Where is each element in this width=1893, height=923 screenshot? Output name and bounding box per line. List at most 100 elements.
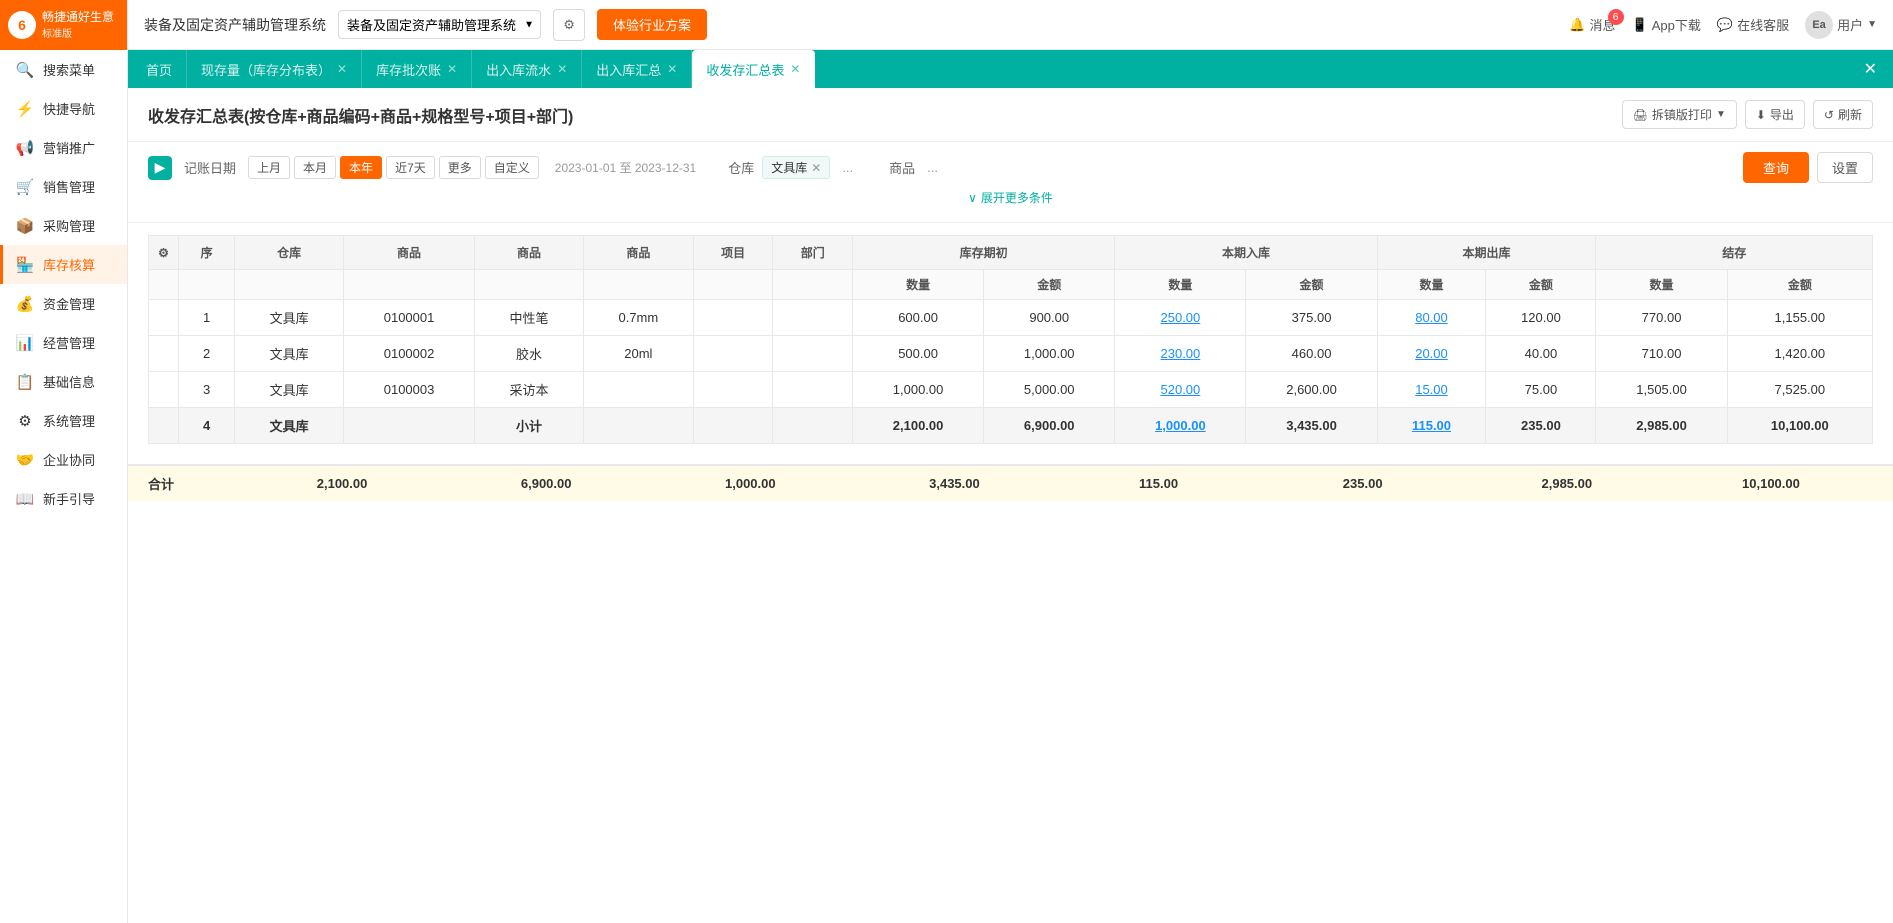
tab-close-icon[interactable]: ✕ xyxy=(790,62,800,76)
notifications-button[interactable]: 🔔 6 消息 xyxy=(1569,15,1615,34)
subtotal-in-amt: 3,435.00 xyxy=(1246,408,1377,444)
row-in-qty-link[interactable]: 250.00 xyxy=(1115,300,1246,336)
filter-toggle-button[interactable]: ▶ xyxy=(148,156,172,180)
date-btn-more[interactable]: 更多 xyxy=(439,156,481,179)
sidebar-nav: 🔍 搜索菜单 ⚡ 快捷导航 📢 营销推广 🛒 销售管理 📦 采购管理 🏪 库存核… xyxy=(0,50,127,923)
tab-batch[interactable]: 库存批次账 ✕ xyxy=(362,50,472,88)
tab-close-icon[interactable]: ✕ xyxy=(447,62,457,76)
tab-collection-summary[interactable]: 收发存汇总表 ✕ xyxy=(692,50,815,88)
basic-info-icon: 📋 xyxy=(15,373,35,391)
row-project xyxy=(693,300,773,336)
row-in-amt: 460.00 xyxy=(1246,336,1377,372)
date-btn-custom[interactable]: 自定义 xyxy=(485,156,539,179)
marketing-icon: 📢 xyxy=(15,139,35,157)
enterprise-icon: 🤝 xyxy=(15,451,35,469)
row-project xyxy=(693,372,773,408)
row-name: 中性笔 xyxy=(475,300,584,336)
row-in-qty-link[interactable]: 520.00 xyxy=(1115,372,1246,408)
goods-more-button[interactable]: ... xyxy=(923,160,942,175)
sidebar-item-system[interactable]: ⚙ 系统管理 xyxy=(0,401,127,440)
tab-close-icon[interactable]: ✕ xyxy=(667,62,677,76)
row-closing-amt: 1,155.00 xyxy=(1727,300,1872,336)
settings-button[interactable]: ⚙ xyxy=(553,9,585,41)
app-download-label: App下载 xyxy=(1652,15,1701,34)
sub-col-in-amt: 金额 xyxy=(1246,270,1377,300)
row-out-qty-link[interactable]: 80.00 xyxy=(1377,300,1486,336)
sidebar-item-label: 销售管理 xyxy=(43,177,95,196)
row-out-qty-link[interactable]: 20.00 xyxy=(1377,336,1486,372)
tab-stock-dist[interactable]: 现存量（库存分布表） ✕ xyxy=(187,50,362,88)
sidebar-item-search[interactable]: 🔍 搜索菜单 xyxy=(0,50,127,89)
row-no: 3 xyxy=(179,372,235,408)
row-code: 0100003 xyxy=(343,372,474,408)
sidebar-item-enterprise[interactable]: 🤝 企业协同 xyxy=(0,440,127,479)
tab-bar: 首页 现存量（库存分布表） ✕ 库存批次账 ✕ 出入库流水 ✕ 出入库汇总 ✕ … xyxy=(128,50,1893,88)
trial-button[interactable]: 体验行业方案 xyxy=(597,9,707,40)
sub-col-opening-qty: 数量 xyxy=(853,270,984,300)
col-project: 项目 xyxy=(693,236,773,270)
sub-col-closing-qty: 数量 xyxy=(1596,270,1727,300)
sub-col-in-qty: 数量 xyxy=(1115,270,1246,300)
bell-icon: 🔔 xyxy=(1569,17,1585,33)
row-in-qty-link[interactable]: 230.00 xyxy=(1115,336,1246,372)
subtotal-in-qty-link[interactable]: 1,000.00 xyxy=(1115,408,1246,444)
row-opening-qty: 500.00 xyxy=(853,336,984,372)
print-button[interactable]: 🖨 拆镇版打印 ▼ xyxy=(1622,100,1737,129)
refresh-icon: ↺ xyxy=(1824,108,1834,122)
row-out-amt: 75.00 xyxy=(1486,372,1596,408)
app-download-button[interactable]: 📱 App下载 xyxy=(1632,15,1701,34)
tab-bar-close-button[interactable]: ✕ xyxy=(1852,59,1889,79)
sidebar-item-sales[interactable]: 🛒 销售管理 xyxy=(0,167,127,206)
subtotal-closing-amt: 10,100.00 xyxy=(1727,408,1872,444)
warehouse-tag-close[interactable]: ✕ xyxy=(811,161,821,175)
query-button[interactable]: 查询 xyxy=(1743,152,1809,183)
sidebar-item-inventory[interactable]: 🏪 库存核算 xyxy=(0,245,127,284)
sidebar-item-purchase[interactable]: 📦 采购管理 xyxy=(0,206,127,245)
subtotal-closing-qty: 2,985.00 xyxy=(1596,408,1727,444)
row-spec: 0.7mm xyxy=(583,300,693,336)
sidebar-item-label: 资金管理 xyxy=(43,294,95,313)
date-btn-this-month[interactable]: 本月 xyxy=(294,156,336,179)
tab-label: 出入库汇总 xyxy=(596,60,661,79)
user-icon: Ea xyxy=(1805,11,1833,39)
sidebar-item-label: 搜索菜单 xyxy=(43,60,95,79)
subtotal-out-qty-link[interactable]: 115.00 xyxy=(1377,408,1486,444)
sidebar-item-basic-info[interactable]: 📋 基础信息 xyxy=(0,362,127,401)
sidebar-item-guide[interactable]: 📖 新手引导 xyxy=(0,479,127,518)
tab-close-icon[interactable]: ✕ xyxy=(557,62,567,76)
user-menu[interactable]: Ea 用户 ▼ xyxy=(1805,11,1877,39)
tab-label: 库存批次账 xyxy=(376,60,441,79)
col-code: 商品 xyxy=(343,236,474,270)
tab-close-icon[interactable]: ✕ xyxy=(337,62,347,76)
row-in-amt: 375.00 xyxy=(1246,300,1377,336)
quick-nav-icon: ⚡ xyxy=(15,100,35,118)
date-btn-last-month[interactable]: 上月 xyxy=(248,156,290,179)
warehouse-tag: 文具库 ✕ xyxy=(762,156,830,179)
tab-home[interactable]: 首页 xyxy=(132,50,187,88)
logo-icon: 6 xyxy=(8,11,36,39)
row-warehouse: 文具库 xyxy=(235,300,344,336)
tab-inout-flow[interactable]: 出入库流水 ✕ xyxy=(472,50,582,88)
date-btn-this-year[interactable]: 本年 xyxy=(340,156,382,179)
guide-icon: 📖 xyxy=(15,490,35,508)
sidebar-item-marketing[interactable]: 📢 营销推广 xyxy=(0,128,127,167)
table-settings-icon[interactable]: ⚙ xyxy=(149,236,179,270)
total-out-amt: 235.00 xyxy=(1261,476,1465,491)
refresh-button[interactable]: ↺ 刷新 xyxy=(1813,100,1873,129)
total-in-amt: 3,435.00 xyxy=(852,476,1056,491)
system-selector[interactable]: 装备及固定资产辅助管理系统 ▼ xyxy=(338,10,541,39)
subtotal-opening-amt: 6,900.00 xyxy=(984,408,1115,444)
row-out-qty-link[interactable]: 15.00 xyxy=(1377,372,1486,408)
sidebar-item-operations[interactable]: 📊 经营管理 xyxy=(0,323,127,362)
online-service-button[interactable]: 💬 在线客服 xyxy=(1717,15,1789,34)
export-button[interactable]: ⬇ 导出 xyxy=(1745,100,1805,129)
expand-conditions-button[interactable]: ∨ 展开更多条件 xyxy=(968,189,1053,206)
row-closing-amt: 1,420.00 xyxy=(1727,336,1872,372)
tab-inout-summary[interactable]: 出入库汇总 ✕ xyxy=(582,50,692,88)
date-btn-7days[interactable]: 近7天 xyxy=(386,156,435,179)
warehouse-more-button[interactable]: ... xyxy=(838,160,857,175)
set-button[interactable]: 设置 xyxy=(1817,152,1873,183)
sidebar-item-quick-nav[interactable]: ⚡ 快捷导航 xyxy=(0,89,127,128)
sidebar-item-finance[interactable]: 💰 资金管理 xyxy=(0,284,127,323)
table-row: 2 文具库 0100002 胶水 20ml 500.00 1,000.00 23… xyxy=(149,336,1873,372)
